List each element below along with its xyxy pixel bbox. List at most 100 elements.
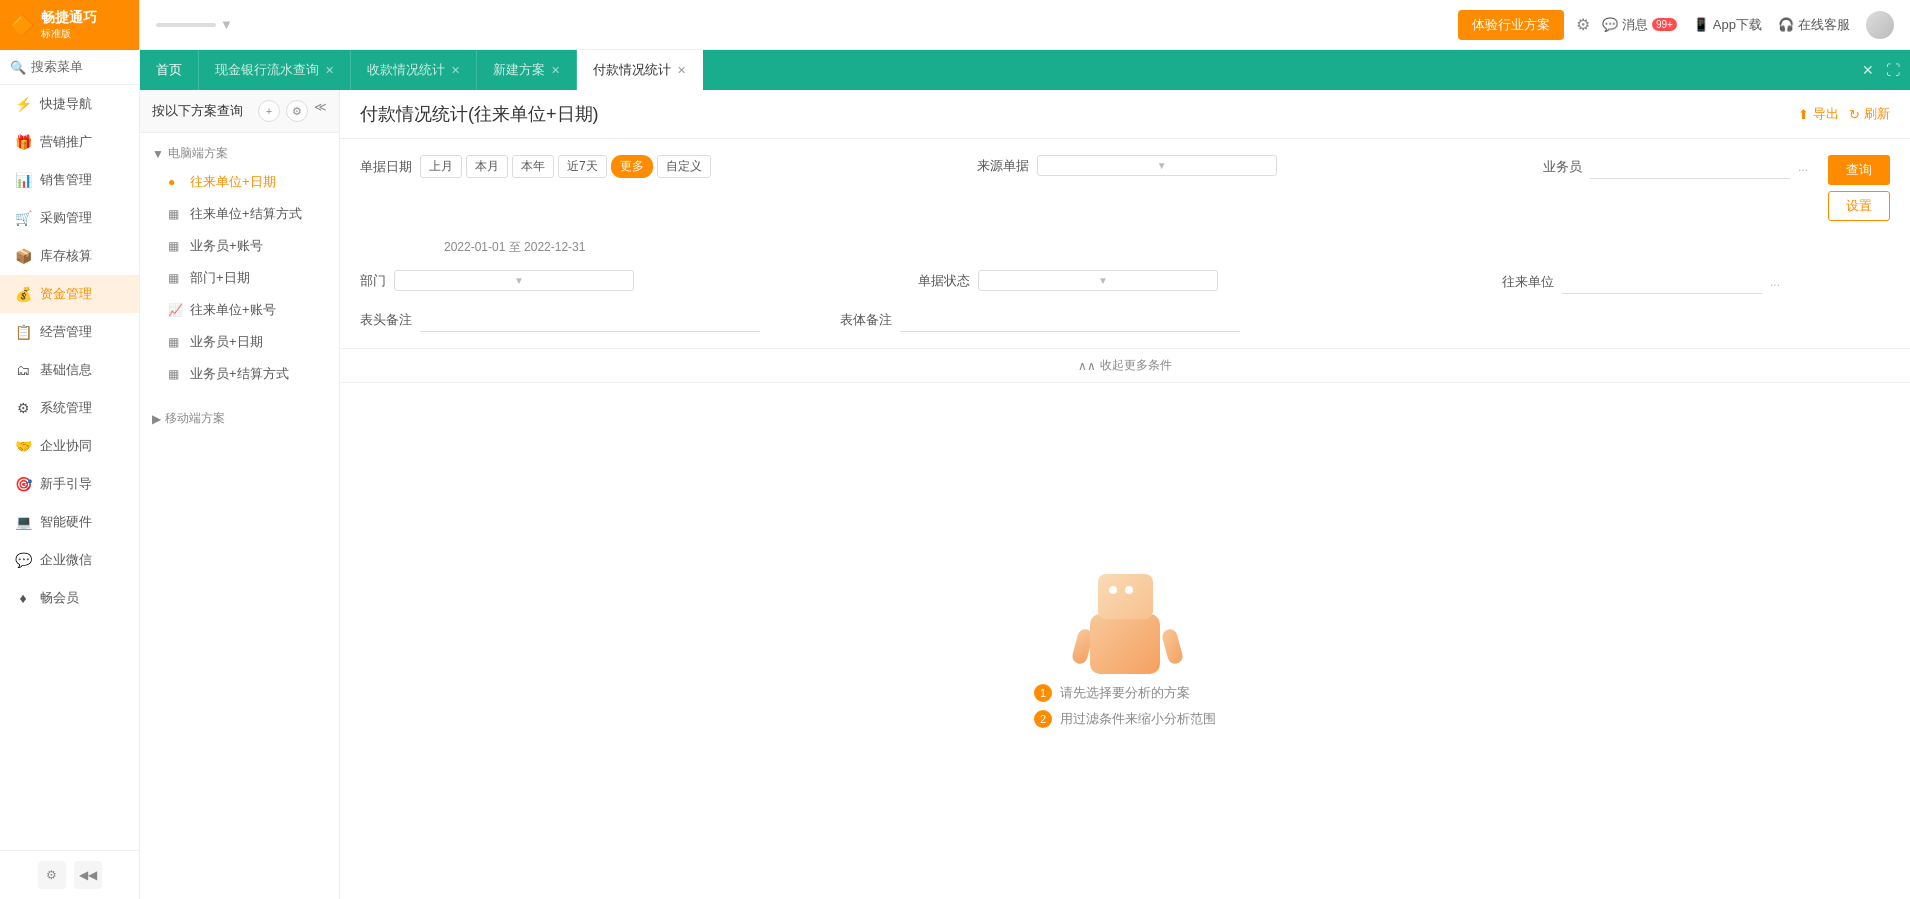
message-badge: 99+: [1652, 18, 1677, 31]
date-label: 单据日期: [360, 158, 412, 176]
sidebar-item-hardware[interactable]: 💻 智能硬件: [0, 503, 139, 541]
query-btn[interactable]: 查询: [1828, 155, 1890, 185]
date-btn-last-month[interactable]: 上月: [420, 155, 462, 178]
settings-icon[interactable]: ⚙: [1576, 15, 1590, 34]
scheme-item-icon: ▦: [168, 367, 184, 381]
message-btn[interactable]: 💬 消息 99+: [1602, 16, 1677, 34]
scheme-desktop-title[interactable]: ▼ 电脑端方案: [140, 141, 339, 166]
tab-receipt-stats[interactable]: 收款情况统计 ✕: [351, 50, 477, 90]
filter-settings-btn[interactable]: 设置: [1828, 191, 1890, 221]
sidebar-item-enterprise[interactable]: 🤝 企业协同: [0, 427, 139, 465]
sidebar-logo: 🔶 畅捷通巧 标准版: [0, 0, 139, 50]
scheme-panel-header: 按以下方案查询 + ⚙ ≪: [140, 90, 339, 133]
sidebar-collapse-btn[interactable]: ◀◀: [74, 861, 102, 889]
scheme-add-btn[interactable]: +: [258, 100, 280, 122]
user-avatar[interactable]: [1866, 11, 1894, 39]
header-note-input[interactable]: [420, 308, 760, 332]
scheme-item-dept-date[interactable]: ▦ 部门+日期: [140, 262, 339, 294]
scheme-item-staff-settle[interactable]: ▦ 业务员+结算方式: [140, 358, 339, 390]
body-note-input[interactable]: [900, 308, 1240, 332]
date-btn-more[interactable]: 更多: [611, 155, 653, 178]
staff-dots[interactable]: ...: [1798, 160, 1808, 174]
tip-text-1: 请先选择要分析的方案: [1060, 684, 1190, 702]
sidebar-item-label: 智能硬件: [40, 513, 92, 531]
scheme-collapse-btn[interactable]: ≪: [314, 100, 327, 122]
breadcrumb: ▼: [156, 17, 1446, 32]
unit-input[interactable]: [1562, 270, 1762, 294]
scheme-settings-btn[interactable]: ⚙: [286, 100, 308, 122]
tab-bank-flow[interactable]: 现金银行流水查询 ✕: [199, 50, 351, 90]
tab-bank-flow-close[interactable]: ✕: [325, 64, 334, 77]
scheme-item-unit-date[interactable]: ● 往来单位+日期: [140, 166, 339, 198]
wechat-icon: 💬: [14, 551, 32, 569]
app-download-label: App下载: [1713, 16, 1762, 34]
scheme-item-staff-account[interactable]: ▦ 业务员+账号: [140, 230, 339, 262]
status-select[interactable]: ▼: [978, 270, 1218, 291]
empty-illustration: [1055, 554, 1195, 674]
unit-label: 往来单位: [1502, 273, 1554, 291]
sidebar-item-basic[interactable]: 🗂 基础信息: [0, 351, 139, 389]
sidebar-search[interactable]: 🔍 搜索菜单: [0, 50, 139, 85]
sidebar-item-purchase[interactable]: 🛒 采购管理: [0, 199, 139, 237]
sales-icon: 📊: [14, 171, 32, 189]
date-btn-this-year[interactable]: 本年: [512, 155, 554, 178]
tab-payment-close[interactable]: ✕: [677, 64, 686, 77]
inventory-icon: 📦: [14, 247, 32, 265]
tab-new-scheme-close[interactable]: ✕: [551, 64, 560, 77]
refresh-btn[interactable]: ↻ 刷新: [1849, 105, 1890, 123]
tab-fullscreen-icon[interactable]: ⛶: [1886, 62, 1900, 78]
source-select[interactable]: ▼: [1037, 155, 1277, 176]
scheme-item-unit-account[interactable]: 📈 往来单位+账号: [140, 294, 339, 326]
sidebar-item-guide[interactable]: 🎯 新手引导: [0, 465, 139, 503]
message-label: 消息: [1622, 16, 1648, 34]
sidebar-logo-sub: 标准版: [41, 27, 97, 41]
sidebar-item-quick-nav[interactable]: ⚡ 快捷导航: [0, 85, 139, 123]
tab-receipt-stats-label: 收款情况统计: [367, 61, 445, 79]
sidebar-item-label: 基础信息: [40, 361, 92, 379]
scheme-mobile-title[interactable]: ▶ 移动端方案: [140, 406, 339, 431]
unit-dots[interactable]: ...: [1770, 275, 1780, 289]
online-service-btn[interactable]: 🎧 在线客服: [1778, 16, 1850, 34]
date-btn-custom[interactable]: 自定义: [657, 155, 711, 178]
scheme-item-unit-settle[interactable]: ▦ 往来单位+结算方式: [140, 198, 339, 230]
sidebar-item-wechat[interactable]: 💬 企业微信: [0, 541, 139, 579]
tab-home[interactable]: 首页: [140, 50, 199, 90]
try-btn[interactable]: 体验行业方案: [1458, 10, 1564, 40]
staff-input[interactable]: [1590, 155, 1790, 179]
sidebar: 🔶 畅捷通巧 标准版 🔍 搜索菜单 ⚡ 快捷导航 🎁 营销推广 📊 销售管理 🛒…: [0, 0, 140, 899]
sidebar-item-inventory[interactable]: 📦 库存核算: [0, 237, 139, 275]
collapse-btn[interactable]: ∧∧ 收起更多条件: [1078, 357, 1172, 374]
service-icon: 🎧: [1778, 17, 1794, 32]
tab-home-label: 首页: [156, 61, 182, 79]
tab-close-icon[interactable]: ✕: [1862, 62, 1874, 78]
sidebar-item-sales[interactable]: 📊 销售管理: [0, 161, 139, 199]
sidebar-item-marketing[interactable]: 🎁 营销推广: [0, 123, 139, 161]
export-icon: ⬆: [1798, 107, 1809, 122]
sidebar-item-member[interactable]: ♦ 畅会员: [0, 579, 139, 617]
sidebar-item-finance[interactable]: 💰 资金管理: [0, 275, 139, 313]
sidebar-item-system[interactable]: ⚙ 系统管理: [0, 389, 139, 427]
sidebar-item-label: 企业微信: [40, 551, 92, 569]
breadcrumb-arrow: ▼: [220, 17, 233, 32]
tab-payment-stats[interactable]: 付款情况统计 ✕: [577, 50, 703, 90]
basic-icon: 🗂: [14, 361, 32, 379]
app-download-btn[interactable]: 📱 App下载: [1693, 16, 1762, 34]
robot-arm-right: [1161, 628, 1185, 666]
date-btn-this-month[interactable]: 本月: [466, 155, 508, 178]
filter-row-3: 表头备注 表体备注: [360, 308, 1890, 332]
tab-receipt-close[interactable]: ✕: [451, 64, 460, 77]
page-title: 付款情况统计(往来单位+日期): [360, 102, 599, 126]
enterprise-icon: 🤝: [14, 437, 32, 455]
dept-select[interactable]: ▼: [394, 270, 634, 291]
export-btn[interactable]: ⬆ 导出: [1798, 105, 1839, 123]
member-icon: ♦: [14, 589, 32, 607]
scheme-item-staff-date[interactable]: ▦ 业务员+日期: [140, 326, 339, 358]
sidebar-item-label: 新手引导: [40, 475, 92, 493]
marketing-icon: 🎁: [14, 133, 32, 151]
tab-new-scheme[interactable]: 新建方案 ✕: [477, 50, 577, 90]
collapse-label: 收起更多条件: [1100, 357, 1172, 374]
sidebar-item-operation[interactable]: 📋 经营管理: [0, 313, 139, 351]
date-btn-7days[interactable]: 近7天: [558, 155, 607, 178]
filter-body-note-item: 表体备注: [840, 308, 1240, 332]
sidebar-settings-btn[interactable]: ⚙: [38, 861, 66, 889]
